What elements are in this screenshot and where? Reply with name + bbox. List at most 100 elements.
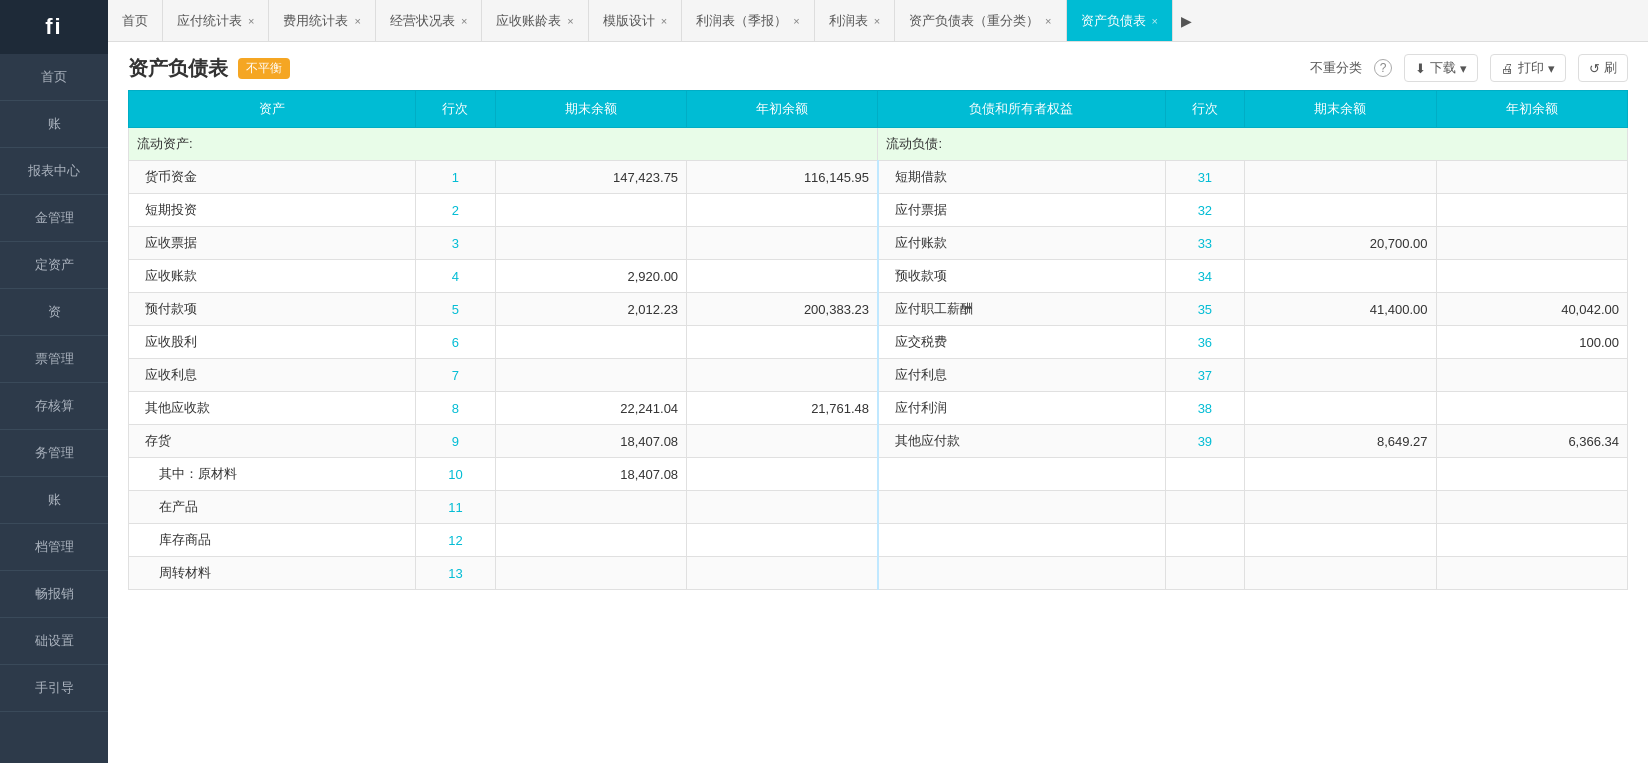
right-start[interactable]: 6,366.34	[1436, 425, 1627, 458]
left-start[interactable]	[687, 359, 878, 392]
tab-close-profit[interactable]: ×	[874, 15, 880, 27]
tab-close-expense-stat[interactable]: ×	[354, 15, 360, 27]
sidebar-item-affairs[interactable]: 务管理	[0, 430, 108, 477]
left-label[interactable]: 应收账款	[129, 260, 416, 293]
left-label[interactable]: 应收票据	[129, 227, 416, 260]
sidebar-item-ticket[interactable]: 票管理	[0, 336, 108, 383]
right-end[interactable]: 41,400.00	[1245, 293, 1436, 326]
right-start[interactable]	[1436, 392, 1627, 425]
sidebar-item-account[interactable]: 账	[0, 101, 108, 148]
tab-business-stat[interactable]: 经营状况表 ×	[376, 0, 482, 42]
download-button[interactable]: ⬇ 下载 ▾	[1404, 54, 1478, 82]
right-label[interactable]	[878, 491, 1165, 524]
right-label[interactable]: 应付账款	[878, 227, 1165, 260]
right-start[interactable]	[1436, 458, 1627, 491]
left-start[interactable]	[687, 458, 878, 491]
left-end[interactable]: 22,241.04	[495, 392, 686, 425]
right-end[interactable]	[1245, 491, 1436, 524]
sidebar-item-guide[interactable]: 手引导	[0, 665, 108, 712]
right-start[interactable]	[1436, 161, 1627, 194]
left-label[interactable]: 存货	[129, 425, 416, 458]
right-label[interactable]: 应付利润	[878, 392, 1165, 425]
right-end[interactable]	[1245, 458, 1436, 491]
left-start[interactable]	[687, 425, 878, 458]
tab-scroll-right[interactable]: ▶	[1173, 13, 1200, 29]
right-start[interactable]	[1436, 557, 1627, 590]
tab-close-template-design[interactable]: ×	[661, 15, 667, 27]
right-label[interactable]: 应交税费	[878, 326, 1165, 359]
left-label[interactable]: 预付款项	[129, 293, 416, 326]
right-start[interactable]	[1436, 524, 1627, 557]
right-start[interactable]: 40,042.00	[1436, 293, 1627, 326]
left-end[interactable]	[495, 227, 686, 260]
left-label[interactable]: 库存商品	[129, 524, 416, 557]
right-start[interactable]	[1436, 359, 1627, 392]
sidebar-item-assets[interactable]: 资	[0, 289, 108, 336]
sidebar-item-fixed-assets[interactable]: 定资产	[0, 242, 108, 289]
right-end[interactable]	[1245, 161, 1436, 194]
left-label[interactable]: 其中：原材料	[129, 458, 416, 491]
left-start[interactable]	[687, 524, 878, 557]
left-label[interactable]: 短期投资	[129, 194, 416, 227]
right-end[interactable]	[1245, 359, 1436, 392]
left-end[interactable]	[495, 491, 686, 524]
right-end[interactable]	[1245, 557, 1436, 590]
right-end[interactable]: 20,700.00	[1245, 227, 1436, 260]
tab-expense-stat[interactable]: 费用统计表 ×	[269, 0, 375, 42]
tab-close-receivable-age[interactable]: ×	[567, 15, 573, 27]
left-end[interactable]: 18,407.08	[495, 458, 686, 491]
right-end[interactable]	[1245, 326, 1436, 359]
right-start[interactable]	[1436, 227, 1627, 260]
right-end[interactable]	[1245, 524, 1436, 557]
tab-close-payable-stat[interactable]: ×	[248, 15, 254, 27]
sidebar-item-expense[interactable]: 畅报销	[0, 571, 108, 618]
tab-close-profit-quarterly[interactable]: ×	[793, 15, 799, 27]
sidebar-item-ledger[interactable]: 账	[0, 477, 108, 524]
left-label[interactable]: 货币资金	[129, 161, 416, 194]
left-start[interactable]	[687, 227, 878, 260]
right-start[interactable]: 100.00	[1436, 326, 1627, 359]
left-start[interactable]	[687, 557, 878, 590]
tab-home[interactable]: 首页	[108, 0, 163, 42]
left-end[interactable]	[495, 524, 686, 557]
right-end[interactable]	[1245, 194, 1436, 227]
print-button[interactable]: 🖨 打印 ▾	[1490, 54, 1566, 82]
left-end[interactable]: 2,012.23	[495, 293, 686, 326]
sidebar-item-inventory[interactable]: 存核算	[0, 383, 108, 430]
tab-template-design[interactable]: 模版设计 ×	[589, 0, 682, 42]
right-label[interactable]: 应付票据	[878, 194, 1165, 227]
left-start[interactable]	[687, 194, 878, 227]
sidebar-item-finance[interactable]: 金管理	[0, 195, 108, 242]
left-end[interactable]	[495, 359, 686, 392]
left-end[interactable]: 147,423.75	[495, 161, 686, 194]
tab-payable-stat[interactable]: 应付统计表 ×	[163, 0, 269, 42]
right-label[interactable]: 预收款项	[878, 260, 1165, 293]
tab-close-balance-reclassify[interactable]: ×	[1045, 15, 1051, 27]
left-label[interactable]: 应收股利	[129, 326, 416, 359]
tab-profit[interactable]: 利润表 ×	[815, 0, 895, 42]
right-label[interactable]	[878, 557, 1165, 590]
left-label[interactable]: 应收利息	[129, 359, 416, 392]
right-end[interactable]	[1245, 260, 1436, 293]
left-start[interactable]: 116,145.95	[687, 161, 878, 194]
left-start[interactable]	[687, 260, 878, 293]
left-end[interactable]	[495, 326, 686, 359]
tab-profit-quarterly[interactable]: 利润表（季报） ×	[682, 0, 814, 42]
right-label[interactable]: 应付利息	[878, 359, 1165, 392]
sidebar-item-settings[interactable]: 础设置	[0, 618, 108, 665]
right-start[interactable]	[1436, 491, 1627, 524]
left-end[interactable]	[495, 557, 686, 590]
tab-balance-reclassify[interactable]: 资产负债表（重分类） ×	[895, 0, 1066, 42]
tab-close-business-stat[interactable]: ×	[461, 15, 467, 27]
left-start[interactable]	[687, 326, 878, 359]
refresh-button[interactable]: ↺ 刷	[1578, 54, 1628, 82]
classify-label[interactable]: 不重分类	[1310, 59, 1362, 77]
right-label[interactable]	[878, 524, 1165, 557]
left-start[interactable]: 200,383.23	[687, 293, 878, 326]
right-label[interactable]: 短期借款	[878, 161, 1165, 194]
sidebar-item-archive[interactable]: 档管理	[0, 524, 108, 571]
left-end[interactable]: 2,920.00	[495, 260, 686, 293]
left-end[interactable]	[495, 194, 686, 227]
right-end[interactable]	[1245, 392, 1436, 425]
sidebar-item-home[interactable]: 首页	[0, 54, 108, 101]
